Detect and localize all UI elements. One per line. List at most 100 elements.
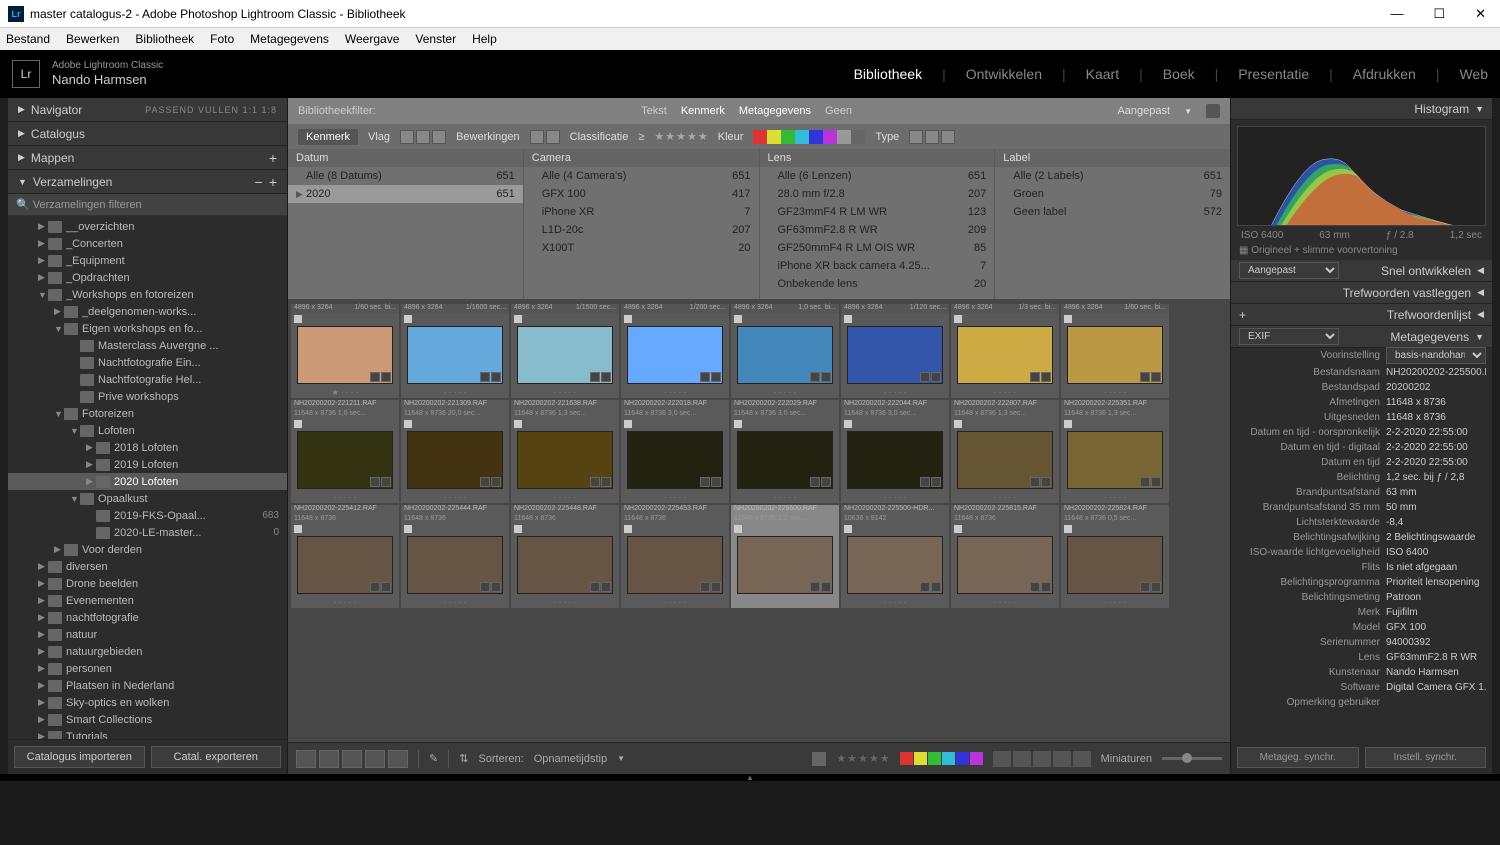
meta-preset-select[interactable]: basis-nandoharms... xyxy=(1386,347,1486,364)
meta-row[interactable]: Alle (8 Datums)651 xyxy=(288,167,523,185)
module-bibliotheek[interactable]: Bibliotheek xyxy=(854,66,923,82)
meta-row[interactable]: Geen label572 xyxy=(995,203,1230,221)
right-edge[interactable] xyxy=(1492,98,1500,774)
meta-row[interactable]: iPhone XR back camera 4.25...7 xyxy=(760,257,995,275)
thumbnail-cell[interactable]: 4896 x 32641/60 sec. bi...· · · · · xyxy=(1061,304,1169,398)
meta-field[interactable]: Lichtsterktewaarde-8,4 xyxy=(1237,515,1486,530)
meta-field[interactable]: Brandpuntsafstand 35 mm50 mm xyxy=(1237,500,1486,515)
meta-row[interactable]: Onbekende lens20 xyxy=(760,275,995,293)
histogram-display[interactable] xyxy=(1237,126,1486,226)
close-button[interactable]: ✕ xyxy=(1469,4,1492,24)
tree-item[interactable]: 2020-LE-master...0 xyxy=(8,524,287,541)
lock-icon[interactable] xyxy=(1206,104,1220,118)
color-label-swatch[interactable] xyxy=(928,752,941,765)
tree-item[interactable]: ▶natuur xyxy=(8,626,287,643)
survey-view-button[interactable] xyxy=(365,750,385,768)
thumbnail-cell[interactable]: NH20200202-225815.RAF11648 x 8736· · · ·… xyxy=(951,505,1059,608)
minus-button[interactable]: − xyxy=(255,174,263,190)
catalogus-header[interactable]: ▶ Catalogus xyxy=(8,122,287,146)
meta-field[interactable]: Brandpuntsafstand63 mm xyxy=(1237,485,1486,500)
thumbnail-cell[interactable]: NH20200202-221638.RAF11648 x 8736 1,3 se… xyxy=(511,400,619,503)
tree-item[interactable]: 2019-FKS-Opaal...683 xyxy=(8,507,287,524)
exif-select[interactable]: EXIF xyxy=(1239,328,1339,345)
tree-item[interactable]: Masterclass Auvergne ... xyxy=(8,337,287,354)
meta-row[interactable]: GF63mmF2.8 R WR209 xyxy=(760,221,995,239)
compare-view-button[interactable] xyxy=(342,750,362,768)
meta-field[interactable]: Bestandspad20200202 xyxy=(1237,380,1486,395)
thumbnail-cell[interactable]: NH20200202-225500-HDR...10636 x 8142· · … xyxy=(841,505,949,608)
menu-bibliotheek[interactable]: Bibliotheek xyxy=(135,32,194,46)
color-label-swatch[interactable] xyxy=(970,752,983,765)
menu-bestand[interactable]: Bestand xyxy=(6,32,50,46)
filter-tab-metagegevens[interactable]: Metagegevens xyxy=(739,105,811,117)
attr-kenmerk[interactable]: Kenmerk xyxy=(298,129,358,145)
grid-view-button[interactable] xyxy=(296,750,316,768)
module-web[interactable]: Web xyxy=(1459,66,1488,82)
color-swatch[interactable] xyxy=(781,130,795,144)
tree-item[interactable]: ▼Opaalkust xyxy=(8,490,287,507)
thumbnail-cell[interactable]: 4896 x 32641/1600 sec...· · · · · xyxy=(401,304,509,398)
chevron-down-icon[interactable]: ▼ xyxy=(1184,107,1192,116)
sync-metadata-button[interactable]: Metageg. synchr. xyxy=(1237,747,1359,768)
meta-row[interactable]: GF23mmF4 R LM WR123 xyxy=(760,203,995,221)
sort-direction-icon[interactable]: ⇅ xyxy=(459,752,468,765)
meta-row[interactable]: iPhone XR7 xyxy=(524,203,759,221)
meta-field[interactable]: SoftwareDigital Camera GFX 1... xyxy=(1237,680,1486,695)
meta-field[interactable]: LensGF63mmF2.8 R WR xyxy=(1237,650,1486,665)
tree-item[interactable]: Prive workshops xyxy=(8,388,287,405)
rotate-cw-button[interactable] xyxy=(1013,751,1031,767)
flag-unflag-icon[interactable] xyxy=(416,130,430,144)
rotate-ccw-button[interactable] xyxy=(993,751,1011,767)
sort-select[interactable]: Opnametijdstip xyxy=(534,753,607,765)
meta-row[interactable]: Groen79 xyxy=(995,185,1230,203)
tree-item[interactable]: ▶2018 Lofoten xyxy=(8,439,287,456)
meta-row[interactable]: Alle (4 Camera's)651 xyxy=(524,167,759,185)
add-folder-button[interactable]: + xyxy=(269,150,277,166)
prev-button[interactable] xyxy=(1033,751,1051,767)
meta-field[interactable]: Opmerking gebruiker xyxy=(1237,695,1486,710)
meta-row[interactable]: GFX 100417 xyxy=(524,185,759,203)
filter-tab-geen[interactable]: Geen xyxy=(825,105,852,117)
meta-row[interactable]: ▶2020651 xyxy=(288,185,523,203)
thumbnail-cell[interactable]: NH20200202-222018.RAF11648 x 8736 3,0 se… xyxy=(621,400,729,503)
meta-field[interactable]: KunstenaarNando Harmsen xyxy=(1237,665,1486,680)
color-swatch[interactable] xyxy=(767,130,781,144)
thumbnail-cell[interactable]: NH20200202-225453.RAF11648 x 8736· · · ·… xyxy=(621,505,729,608)
add-collection-button[interactable]: + xyxy=(269,174,277,190)
meta-field[interactable]: BelichtingsmetingPatroon xyxy=(1237,590,1486,605)
tree-item[interactable]: ▶Plaatsen in Nederland xyxy=(8,677,287,694)
meta-field[interactable]: ModelGFX 100 xyxy=(1237,620,1486,635)
color-swatch[interactable] xyxy=(851,130,865,144)
type-vcopy-icon[interactable] xyxy=(925,130,939,144)
histogram-header[interactable]: Histogram ▼ xyxy=(1231,98,1492,120)
edit-icon[interactable] xyxy=(530,130,544,144)
color-swatch[interactable] xyxy=(809,130,823,144)
mappen-header[interactable]: ▶ Mappen + xyxy=(8,146,287,170)
color-swatch[interactable] xyxy=(823,130,837,144)
meta-field[interactable]: Datum en tijd - digitaal2-2-2020 22:55:0… xyxy=(1237,440,1486,455)
tree-item[interactable]: Nachtfotografie Ein... xyxy=(8,354,287,371)
tree-item[interactable]: ▶Drone beelden xyxy=(8,575,287,592)
thumbnail-cell[interactable]: NH20200202-225448.RAF11648 x 8736· · · ·… xyxy=(511,505,619,608)
meta-field[interactable]: Datum en tijd2-2-2020 22:55:00 xyxy=(1237,455,1486,470)
meta-row[interactable]: 28.0 mm f/2.8207 xyxy=(760,185,995,203)
meta-row[interactable]: L1D-20c207 xyxy=(524,221,759,239)
meta-field[interactable]: BelichtingsprogrammaPrioriteit lensopeni… xyxy=(1237,575,1486,590)
painter-icon[interactable]: ✎ xyxy=(429,752,438,765)
tree-item[interactable]: ▶_deelgenomen-works... xyxy=(8,303,287,320)
left-edge[interactable] xyxy=(0,98,8,774)
minimize-button[interactable]: — xyxy=(1384,4,1409,24)
filter-tab-tekst[interactable]: Tekst xyxy=(641,105,667,117)
meta-field[interactable]: ISO-waarde lichtgevoeligheidISO 6400 xyxy=(1237,545,1486,560)
quick-preset-select[interactable]: Aangepast xyxy=(1239,262,1339,279)
meta-field[interactable]: Serienummer94000392 xyxy=(1237,635,1486,650)
tree-item[interactable]: ▶personen xyxy=(8,660,287,677)
meta-field[interactable]: BestandsnaamNH20200202-225500.RAF xyxy=(1237,365,1486,380)
module-boek[interactable]: Boek xyxy=(1163,66,1195,82)
meta-field[interactable]: Uitgesneden11648 x 8736 xyxy=(1237,410,1486,425)
color-swatch[interactable] xyxy=(837,130,851,144)
tree-item[interactable]: ▶__overzichten xyxy=(8,218,287,235)
quick-develop-header[interactable]: Aangepast Snel ontwikkelen ◀ xyxy=(1231,260,1492,282)
color-swatch[interactable] xyxy=(795,130,809,144)
thumbnail-cell[interactable]: 4896 x 32641/60 sec. bi...★ · · · · xyxy=(291,304,399,398)
